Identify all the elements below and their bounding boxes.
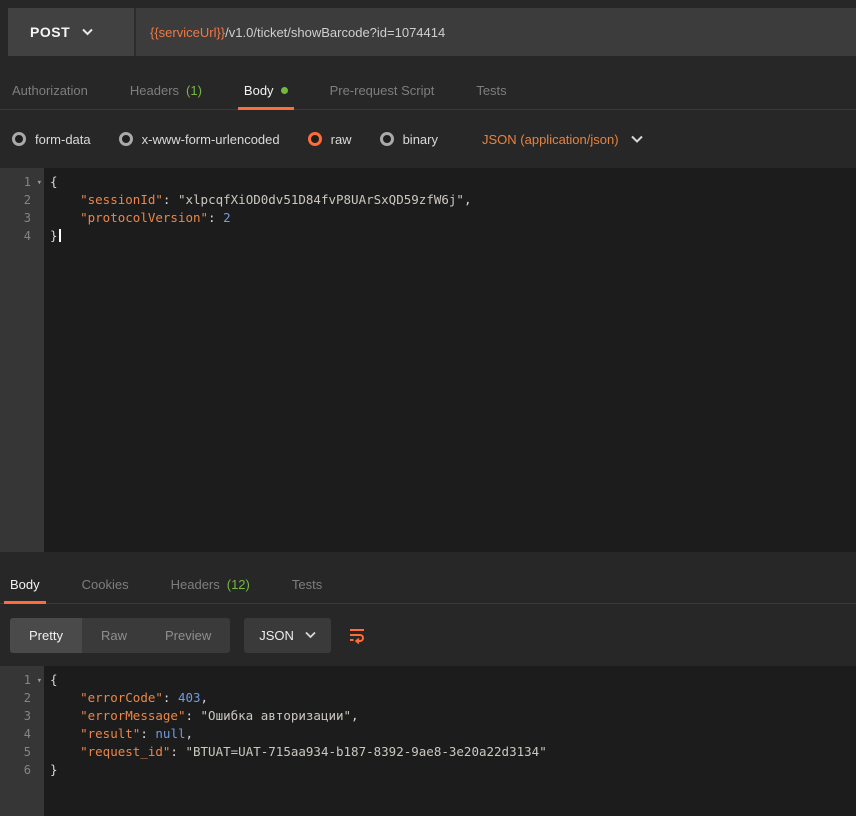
tab-label: Headers [129,83,180,98]
mode-binary[interactable]: binary [379,131,438,147]
response-body-editor[interactable]: 1 ▾{2 "errorCode": 403, 3 "errorMessage": … [0,666,856,816]
code-line: 1 ▾ { [0,173,856,191]
code-content: "sessionId": "xlpcqfXiOD0dv51D84fvP8UArS… [80,192,472,207]
view-mode-raw[interactable]: Raw [82,618,146,653]
fold-icon[interactable]: ▾ [37,174,42,192]
body-mode-row: form-data x-www-form-urlencoded raw bina… [0,110,856,168]
line-number: 6 [23,763,31,777]
chevron-down-icon [305,631,316,639]
text-cursor [58,229,61,242]
code-content: } [44,227,61,245]
request-url-bar: POST {{serviceUrl}}/v1.0/ticket/showBarc… [8,8,856,56]
code-line: 6} [0,761,856,779]
tab-label: Tests [291,577,323,592]
line-number: 3 [23,709,31,723]
radio-button[interactable] [12,132,26,146]
tab-response-headers[interactable]: Headers (12) [171,566,250,603]
radio-button[interactable] [379,132,394,146]
tab-count: (1) [186,83,202,98]
tab-response-body[interactable]: Body [4,566,46,604]
tab-label: Pre-request Script [329,83,435,98]
tab-label: Body [243,83,274,98]
tab-authorization[interactable]: Authorization [12,72,88,109]
line-number: 5 [23,745,31,759]
line-number: 1 ▾ [0,173,44,191]
code-content: "result": null, [80,726,194,741]
content-type-selector[interactable]: JSON (application/json) [482,132,643,147]
code-line: 5 "request_id": "BTUAT=UAT-715aa934-b187… [0,743,856,761]
code-line: 2 "sessionId": "xlpcqfXiOD0dv51D84fvP8UA… [0,191,856,209]
format-label: JSON [259,627,294,643]
tab-label: Body [10,577,40,592]
method-label: POST [30,24,71,40]
mode-label: raw [330,131,352,147]
radio-button[interactable] [118,132,133,146]
mode-label: form-data [35,131,91,147]
line-number: 2 [23,193,31,207]
code-line: 3 "errorMessage": "Ошибка авторизации", [0,707,856,725]
wrap-lines-button[interactable] [347,625,367,645]
chevron-down-icon [630,135,643,143]
chevron-down-icon [82,28,93,36]
line-number: 4 [23,727,31,741]
code-content: "errorCode": 403, [80,690,209,705]
body-active-dot [280,87,288,94]
radio-button[interactable] [307,132,322,146]
tab-cookies[interactable]: Cookies [82,566,129,603]
view-mode-preview[interactable]: Preview [146,618,230,653]
tab-pre-request-script[interactable]: Pre-request Script [330,72,435,109]
content-type-label: JSON (application/json) [482,131,619,147]
code-content: "request_id": "BTUAT=UAT-715aa934-b187-8… [80,744,547,759]
mode-label: binary [402,131,438,147]
code-line: 3 "protocolVersion": 2 [0,209,856,227]
line-number: 2 [23,691,31,705]
line-number: 1 ▾ [0,671,44,689]
tab-label: Authorization [12,83,88,98]
mode-label: x-www-form-urlencoded [141,131,280,147]
code-line: 4} [0,227,856,245]
code-content: } [50,762,58,777]
tab-headers[interactable]: Headers (1) [130,72,202,109]
postman-app: POST {{serviceUrl}}/v1.0/ticket/showBarc… [0,0,856,816]
fold-icon[interactable]: ▾ [37,672,42,690]
tab-label: Tests [476,83,507,98]
line-number: 4 [23,229,31,243]
response-toolbar: Pretty Raw Preview JSON [0,604,856,666]
request-tabs: Authorization Headers (1) Body Pre-reque… [0,72,856,110]
mode-raw[interactable]: raw [307,131,352,147]
tab-body[interactable]: Body [237,72,294,110]
mode-form-data[interactable]: form-data [12,132,91,147]
code-content: "protocolVersion": 2 [80,210,231,225]
url-variable: {{serviceUrl}} [150,24,226,40]
code-line: 1 ▾ { [0,671,856,689]
tab-label: Headers [170,577,220,592]
response-format-selector[interactable]: JSON [244,617,331,653]
tab-count: (12) [226,577,250,592]
wrap-lines-icon [349,629,364,645]
request-body-editor[interactable]: 1 ▾ {2 "sessionId": "xlpcqfXiOD0dv51D84fvP… [0,168,856,552]
code-line: 4 "result": null, [0,725,856,743]
view-mode-group: Pretty Raw Preview [10,617,231,653]
response-tabs: Body Cookies Headers (12) Tests [0,566,856,604]
code-content: { [50,174,58,189]
view-mode-pretty[interactable]: Pretty [10,617,82,653]
code-content: { [50,672,58,687]
code-content: "errorMessage": "Ошибка авторизации", [80,708,359,723]
url-path: /v1.0/ticket/showBarcode?id=1074414 [225,24,446,40]
method-selector[interactable]: POST [8,8,136,56]
tab-tests[interactable]: Tests [476,72,506,109]
tab-response-tests[interactable]: Tests [292,566,322,603]
mode-x-www-form-urlencoded[interactable]: x-www-form-urlencoded [118,131,280,147]
code-line: 2 "errorCode": 403, [0,689,856,707]
line-number: 3 [23,211,31,225]
tab-label: Cookies [81,577,129,592]
url-input[interactable]: {{serviceUrl}}/v1.0/ticket/showBarcode?i… [136,8,856,56]
